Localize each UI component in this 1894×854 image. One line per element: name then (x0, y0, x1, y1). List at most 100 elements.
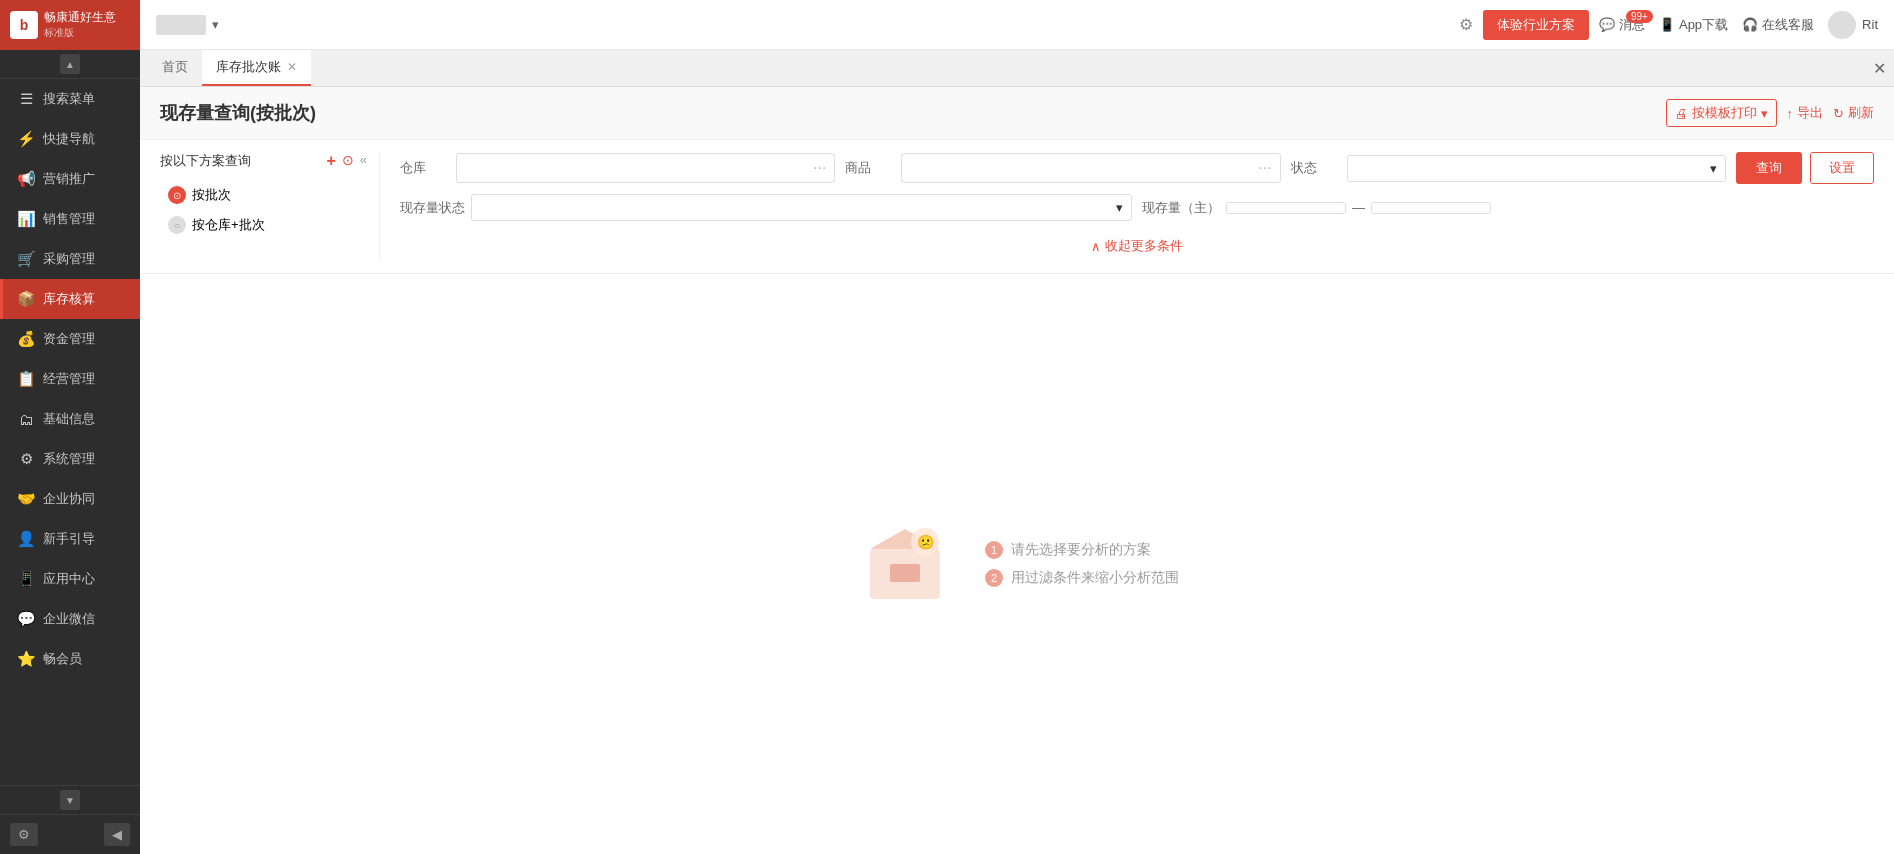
sidebar-item-label: 搜索菜单 (43, 90, 95, 108)
topbar: ▾ ⚙ 体验行业方案 💬 消息 99+ 📱 App下载 🎧 在线客服 Rit (140, 0, 1894, 50)
purchase-icon: 🛒 (17, 250, 35, 268)
sidebar-item-purchase[interactable]: 🛒 采购管理 (0, 239, 140, 279)
filter-title-icons: + ⊙ « (326, 152, 367, 170)
main-close-icon[interactable]: ✕ (1873, 59, 1886, 78)
message-badge: 99+ (1626, 10, 1653, 23)
sidebar-scroll-down[interactable]: ▼ (60, 790, 80, 810)
filter-row-2: 现存量状态 ▾ 现存量（主） — (400, 194, 1874, 221)
app-center-icon: 📱 (17, 570, 35, 588)
filter-fields: 仓库 ··· 商品 ··· 状态 (380, 152, 1874, 261)
page-title: 现存量查询(按批次) (160, 101, 316, 125)
empty-state-illustration: 😕 (855, 514, 955, 614)
empty-state: 😕 1 请先选择要分析的方案 2 用过滤条件来缩小分析范围 (140, 274, 1894, 854)
print-dropdown-icon[interactable]: ▾ (1761, 106, 1768, 121)
hint-1-num: 1 (985, 541, 1003, 559)
main-area: ▾ ⚙ 体验行业方案 💬 消息 99+ 📱 App下载 🎧 在线客服 Rit (140, 0, 1894, 854)
sidebar-item-new-user[interactable]: 👤 新手引导 (0, 519, 140, 559)
hint-2-text: 用过滤条件来缩小分析范围 (1011, 569, 1179, 587)
tab-label: 首页 (162, 58, 188, 76)
sidebar-item-label: 新手引导 (43, 530, 95, 548)
sidebar-item-marketing[interactable]: 📢 营销推广 (0, 159, 140, 199)
headset-icon: 🎧 (1742, 17, 1758, 32)
export-btn[interactable]: ↑ 导出 (1787, 104, 1824, 122)
scheme-inactive-icon: ○ (168, 216, 186, 234)
username-label: Rit (1862, 17, 1878, 32)
sidebar-item-quick-nav[interactable]: ⚡ 快捷导航 (0, 119, 140, 159)
sidebar-item-search[interactable]: ☰ 搜索菜单 (0, 79, 140, 119)
scheme-by-batch[interactable]: ⊙ 按批次 (160, 180, 367, 210)
sidebar-item-enterprise-wechat[interactable]: 💬 企业微信 (0, 599, 140, 639)
sidebar-item-label: 基础信息 (43, 410, 95, 428)
product-dots-icon[interactable]: ··· (1258, 159, 1271, 177)
sidebar-settings-btn[interactable]: ⚙ (10, 823, 38, 846)
hint-1-text: 请先选择要分析的方案 (1011, 541, 1151, 559)
refresh-btn[interactable]: ↻ 刷新 (1833, 104, 1874, 122)
scheme-label: 按批次 (192, 186, 231, 204)
sidebar-scroll-up[interactable]: ▲ (60, 54, 80, 74)
quick-nav-icon: ⚡ (17, 130, 35, 148)
breadcrumb-dropdown[interactable]: ▾ (212, 17, 219, 32)
collapse-filter-row[interactable]: ∧ 收起更多条件 (400, 231, 1874, 261)
hint-2-num: 2 (985, 569, 1003, 587)
sidebar-item-label: 销售管理 (43, 210, 95, 228)
vip-icon: ⭐ (17, 650, 35, 668)
collapse-left-icon[interactable]: « (360, 152, 367, 170)
experience-btn[interactable]: 体验行业方案 (1483, 10, 1589, 40)
sidebar-item-inventory[interactable]: 📦 库存核算 (0, 279, 140, 319)
sidebar-item-system[interactable]: ⚙ 系统管理 (0, 439, 140, 479)
quantity-label: 现存量（主） (1142, 199, 1220, 217)
online-service-label: 在线客服 (1762, 16, 1814, 34)
product-field: 商品 ··· (845, 153, 1280, 183)
sidebar-collapse-btn[interactable]: ◀ (104, 823, 130, 846)
sidebar-item-sales[interactable]: 📊 销售管理 (0, 199, 140, 239)
scheme-settings-icon[interactable]: ⊙ (342, 152, 354, 170)
online-service-btn[interactable]: 🎧 在线客服 (1742, 16, 1814, 34)
sidebar-item-app-center[interactable]: 📱 应用中心 (0, 559, 140, 599)
message-btn[interactable]: 💬 消息 99+ (1599, 16, 1645, 34)
tab-home[interactable]: 首页 (148, 50, 202, 86)
quantity-from-input[interactable] (1226, 202, 1346, 214)
tab-close-icon[interactable]: ✕ (287, 60, 297, 74)
product-input[interactable]: ··· (901, 153, 1280, 183)
collapse-label: 收起更多条件 (1105, 237, 1183, 255)
sidebar-header: b 畅康通好生意 标准版 (0, 0, 140, 50)
print-btn[interactable]: 🖨 按模板打印 ▾ (1666, 99, 1777, 127)
topbar-breadcrumb: ▾ (156, 15, 1449, 35)
sidebar-item-vip[interactable]: ⭐ 畅会员 (0, 639, 140, 679)
app-version: 标准版 (44, 26, 116, 40)
scheme-by-warehouse-batch[interactable]: ○ 按仓库+批次 (160, 210, 367, 240)
app-download-label: App下载 (1679, 16, 1728, 34)
app-logo: b (10, 11, 38, 39)
status-select[interactable]: ▾ (1347, 155, 1726, 182)
sidebar-item-enterprise-collab[interactable]: 🤝 企业协同 (0, 479, 140, 519)
topbar-gear-icon[interactable]: ⚙ (1459, 15, 1473, 34)
sidebar-item-basic-info[interactable]: 🗂 基础信息 (0, 399, 140, 439)
add-scheme-icon[interactable]: + (326, 152, 335, 170)
quantity-dash: — (1352, 200, 1365, 215)
print-icon: 🖨 (1675, 106, 1688, 121)
system-icon: ⚙ (17, 450, 35, 468)
breadcrumb-placeholder (156, 15, 206, 35)
sidebar-item-finance[interactable]: 💰 资金管理 (0, 319, 140, 359)
user-menu[interactable]: Rit (1828, 11, 1878, 39)
enterprise-wechat-icon: 💬 (17, 610, 35, 628)
svg-rect-2 (890, 564, 920, 582)
query-button[interactable]: 查询 (1736, 152, 1802, 184)
sidebar-item-operations[interactable]: 📋 经营管理 (0, 359, 140, 399)
status-label: 状态 (1291, 159, 1341, 177)
warehouse-dots-icon[interactable]: ··· (813, 159, 826, 177)
app-download-btn[interactable]: 📱 App下载 (1659, 16, 1728, 34)
inventory-status-label: 现存量状态 (400, 199, 465, 217)
empty-hints: 1 请先选择要分析的方案 2 用过滤条件来缩小分析范围 (985, 541, 1179, 587)
filter-title: 按以下方案查询 + ⊙ « (160, 152, 367, 170)
settings-button[interactable]: 设置 (1810, 152, 1874, 184)
status-field: 状态 ▾ (1291, 155, 1726, 182)
tabbar: 首页 库存批次账 ✕ ✕ (140, 50, 1894, 87)
scheme-label: 按仓库+批次 (192, 216, 265, 234)
sidebar-item-label: 畅会员 (43, 650, 82, 668)
tab-inventory-batch[interactable]: 库存批次账 ✕ (202, 50, 311, 86)
product-label: 商品 (845, 159, 895, 177)
inventory-status-select[interactable]: ▾ (471, 194, 1132, 221)
quantity-to-input[interactable] (1371, 202, 1491, 214)
warehouse-input[interactable]: ··· (456, 153, 835, 183)
